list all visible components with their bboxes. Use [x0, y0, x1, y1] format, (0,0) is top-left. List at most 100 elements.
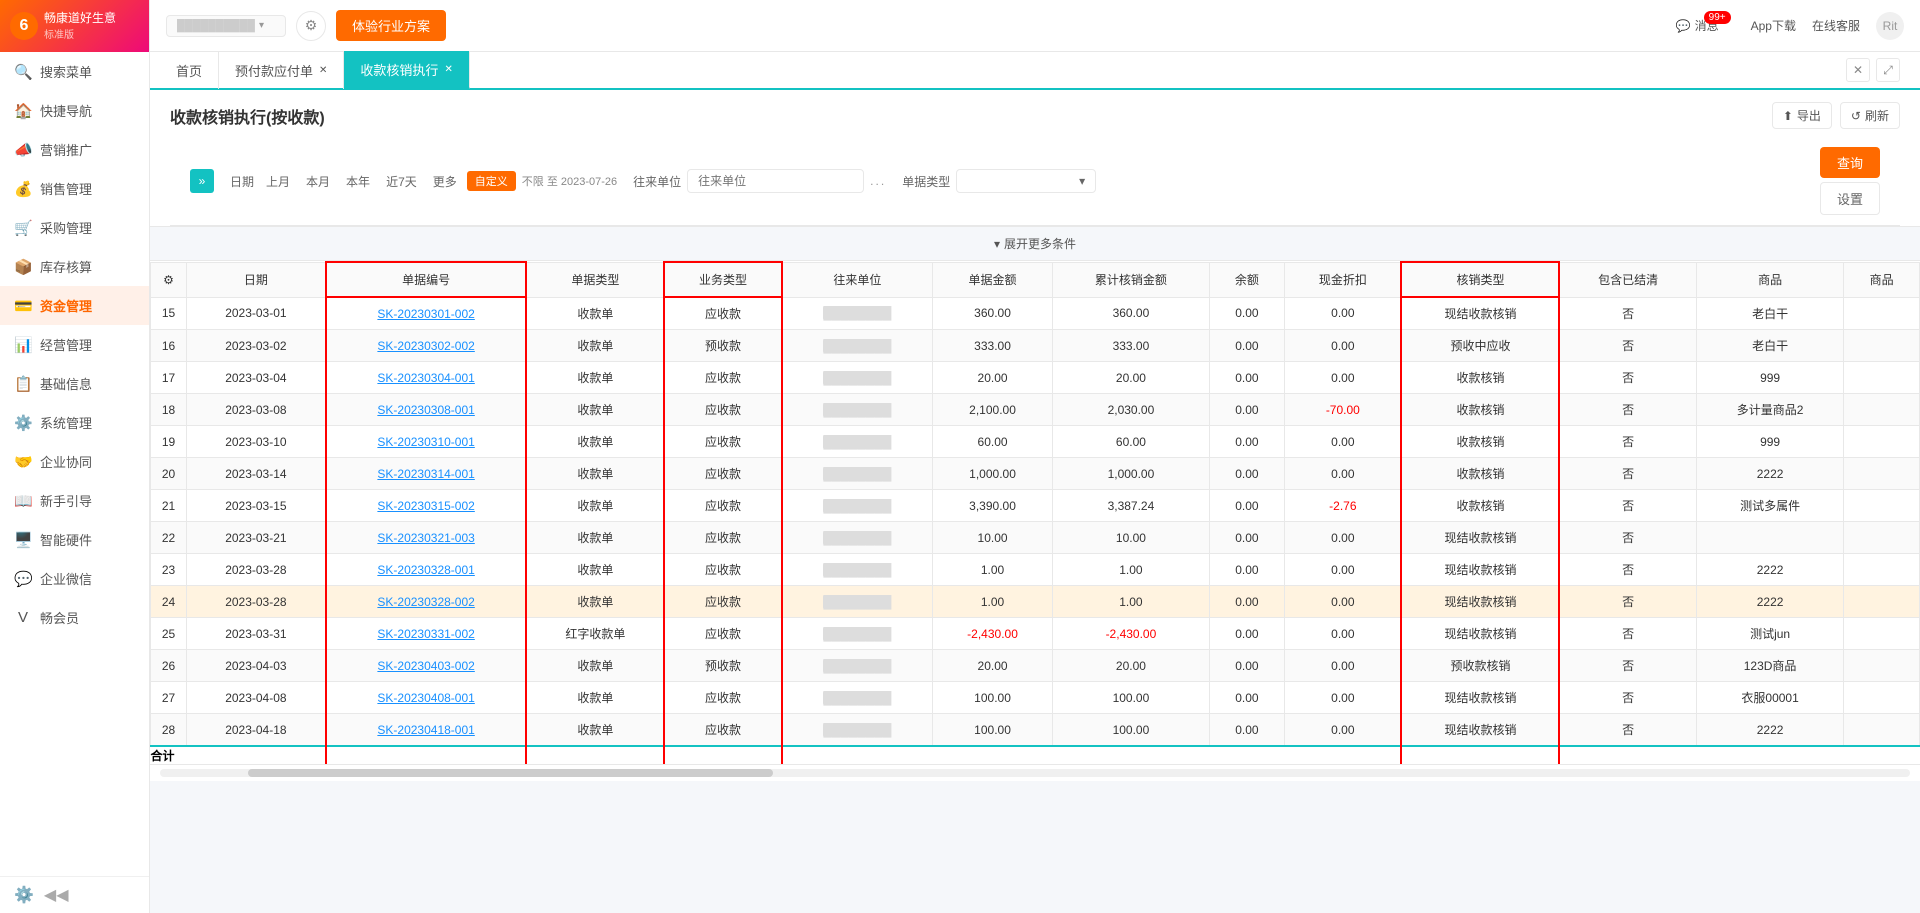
horizontal-scrollbar[interactable] [150, 764, 1920, 781]
cell-cash-discount: 0.00 [1285, 650, 1402, 682]
doc-no-link[interactable]: SK-20230301-002 [377, 307, 474, 321]
industry-solution-button[interactable]: 体验行业方案 [336, 10, 446, 41]
cell-amount: 333.00 [932, 330, 1053, 362]
sidebar-item-label: 企业协同 [40, 452, 92, 471]
footer-partner [782, 746, 932, 764]
sidebar-item-operation[interactable]: 📊经营管理 [0, 325, 149, 364]
sidebar-item-basic[interactable]: 📋基础信息 [0, 364, 149, 403]
last-month-btn[interactable]: 上月 [260, 171, 296, 192]
filter-dots: ... [870, 174, 886, 188]
cell-amount: 20.00 [932, 362, 1053, 394]
online-service-link[interactable]: 在线客服 [1812, 17, 1860, 34]
this-month-btn[interactable]: 本月 [300, 171, 336, 192]
cell-included: 否 [1559, 586, 1696, 618]
cell-doc-no: SK-20230331-002 [326, 618, 527, 650]
doc-no-link[interactable]: SK-20230321-003 [377, 531, 474, 545]
tab-verification[interactable]: 收款核销执行 ✕ [344, 51, 469, 89]
more-btn[interactable]: 更多 [427, 171, 463, 192]
col-balance: 余额 [1209, 262, 1285, 297]
footer-discount [1285, 746, 1402, 764]
cell-included: 否 [1559, 522, 1696, 554]
page-header: 收款核销执行(按收款) ⬆ 导出 ↺ 刷新 » 日期 [150, 90, 1920, 227]
cell-doc-no: SK-20230301-002 [326, 297, 527, 330]
cell-goods2 [1844, 554, 1920, 586]
sidebar-item-guide[interactable]: 📖新手引导 [0, 481, 149, 520]
sidebar-item-purchase[interactable]: 🛒采购管理 [0, 208, 149, 247]
sidebar-item-inventory[interactable]: 📦库存核算 [0, 247, 149, 286]
doc-no-link[interactable]: SK-20230328-001 [377, 563, 474, 577]
last-7days-btn[interactable]: 近7天 [380, 171, 423, 192]
doc-no-link[interactable]: SK-20230308-001 [377, 403, 474, 417]
app-download-link[interactable]: App下载 [1751, 17, 1796, 34]
cell-goods2 [1844, 682, 1920, 714]
cell-doc-no: SK-20230403-002 [326, 650, 527, 682]
export-button[interactable]: ⬆ 导出 [1772, 102, 1832, 129]
cell-doc-type: 收款单 [526, 714, 664, 747]
cell-included: 否 [1559, 426, 1696, 458]
table-row: 19 2023-03-10 SK-20230310-001 收款单 应收款 ██… [151, 426, 1920, 458]
expand-conditions-button[interactable]: ▾ 展开更多条件 [984, 233, 1086, 254]
sidebar-item-search[interactable]: 🔍搜索菜单 [0, 52, 149, 91]
sidebar-logo: 6 畅康道好生意 标准版 [0, 0, 149, 52]
tab-prepayment[interactable]: 预付款应付单 ✕ [219, 51, 344, 89]
doc-no-link[interactable]: SK-20230403-002 [377, 659, 474, 673]
cell-partner: ████████ [782, 458, 932, 490]
tab-maximize[interactable]: ⤢ [1876, 58, 1900, 82]
sidebar-item-member[interactable]: V畅会员 [0, 598, 149, 637]
cell-goods1: 多计量商品2 [1696, 394, 1843, 426]
custom-btn[interactable]: 自定义 [467, 171, 516, 191]
sidebar-item-finance[interactable]: 💳资金管理 [0, 286, 149, 325]
cell-no: 16 [151, 330, 187, 362]
top-bar-left: ██████████ ▾ ⚙ 体验行业方案 [166, 10, 446, 41]
sidebar-item-marketing[interactable]: 📣营销推广 [0, 130, 149, 169]
cell-included: 否 [1559, 330, 1696, 362]
cell-date: 2023-03-31 [187, 618, 326, 650]
settings-icon[interactable]: ⚙️ [14, 885, 34, 905]
refresh-button[interactable]: ↺ 刷新 [1840, 102, 1900, 129]
doc-no-link[interactable]: SK-20230315-002 [377, 499, 474, 513]
tab-prepayment-close[interactable]: ✕ [319, 65, 327, 76]
doc-no-link[interactable]: SK-20230331-002 [377, 627, 474, 641]
cell-no: 21 [151, 490, 187, 522]
partner-input[interactable] [687, 169, 864, 193]
tab-verification-close[interactable]: ✕ [444, 64, 452, 75]
cell-goods2 [1844, 714, 1920, 747]
tab-home-label: 首页 [176, 61, 202, 80]
sidebar-item-quick-nav[interactable]: 🏠快捷导航 [0, 91, 149, 130]
cell-partner: ████████ [782, 714, 932, 747]
doc-no-link[interactable]: SK-20230418-001 [377, 723, 474, 737]
tab-close-all[interactable]: ✕ [1846, 58, 1870, 82]
cell-doc-type: 收款单 [526, 650, 664, 682]
doc-no-link[interactable]: SK-20230310-001 [377, 435, 474, 449]
sidebar-item-sales[interactable]: 💰销售管理 [0, 169, 149, 208]
col-settings[interactable]: ⚙ [151, 262, 187, 297]
tab-home[interactable]: 首页 [160, 51, 219, 89]
col-verified: 累计核销金额 [1053, 262, 1209, 297]
messages-button[interactable]: 💬 消息 99+ [1676, 17, 1719, 34]
expand-icon: ▾ [994, 237, 1000, 251]
this-year-btn[interactable]: 本年 [340, 171, 376, 192]
cell-doc-no: SK-20230314-001 [326, 458, 527, 490]
doc-no-link[interactable]: SK-20230408-001 [377, 691, 474, 705]
query-button[interactable]: 查询 [1820, 147, 1880, 178]
cell-doc-no: SK-20230321-003 [326, 522, 527, 554]
settings-button[interactable]: 设置 [1820, 182, 1880, 215]
user-avatar[interactable]: Rit [1876, 12, 1904, 40]
sidebar-item-system[interactable]: ⚙️ 系统管理 [0, 403, 149, 442]
doc-no-link[interactable]: SK-20230328-002 [377, 595, 474, 609]
gear-button[interactable]: ⚙ [296, 11, 326, 41]
collapse-icon[interactable]: ◀◀ [44, 885, 69, 905]
doctype-select[interactable]: ▾ [956, 169, 1096, 193]
doc-no-link[interactable]: SK-20230304-001 [377, 371, 474, 385]
sidebar-item-wechat[interactable]: 💬企业微信 [0, 559, 149, 598]
sidebar-item-hardware[interactable]: 🖥️智能硬件 [0, 520, 149, 559]
doc-no-link[interactable]: SK-20230302-002 [377, 339, 474, 353]
cell-amount: 2,100.00 [932, 394, 1053, 426]
doc-no-link[interactable]: SK-20230314-001 [377, 467, 474, 481]
filter-toggle-button[interactable]: » [190, 169, 214, 193]
sidebar-item-collab[interactable]: 🤝企业协同 [0, 442, 149, 481]
sidebar-item-label: 系统管理 [40, 413, 92, 432]
footer-goods1 [1696, 746, 1843, 764]
system-icon: ⚙️ [14, 414, 32, 432]
module-dropdown[interactable]: ██████████ ▾ [166, 15, 286, 37]
